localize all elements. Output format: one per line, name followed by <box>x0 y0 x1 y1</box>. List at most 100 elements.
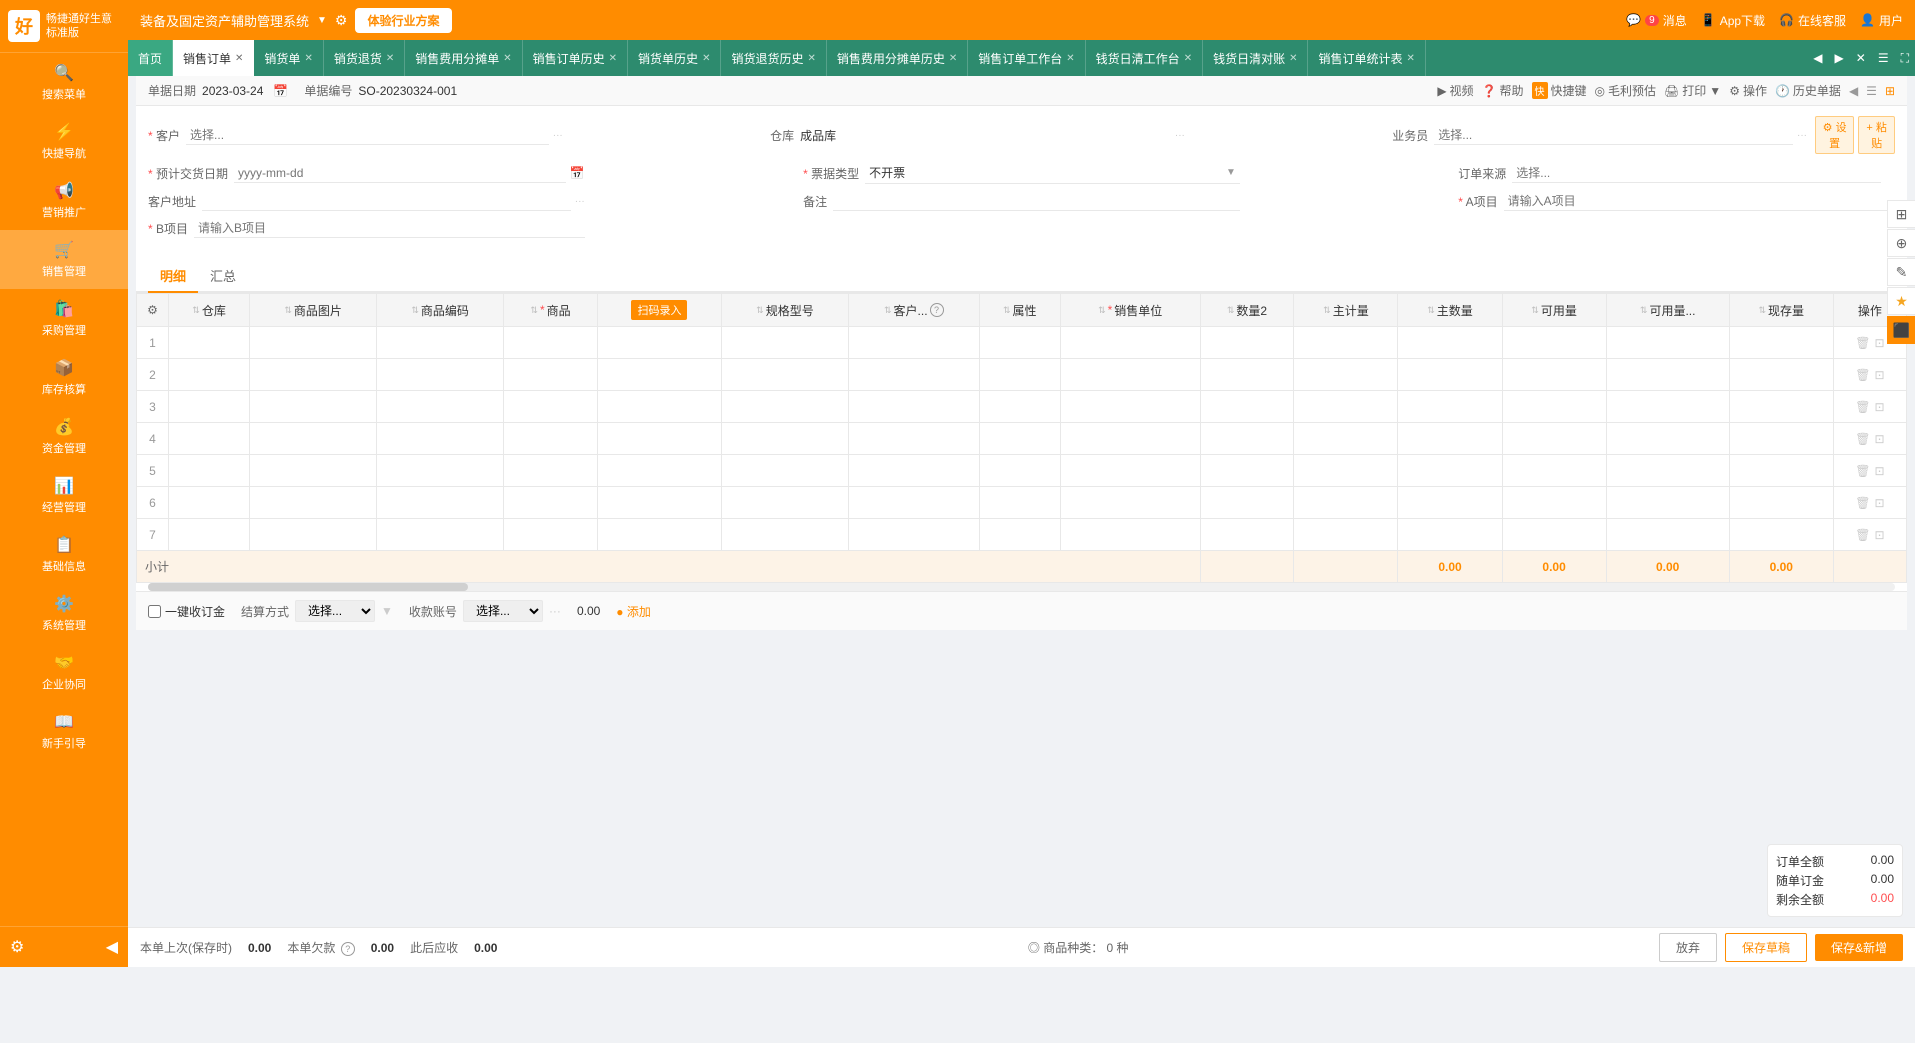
product-count-icon[interactable]: ◎ <box>1028 941 1040 955</box>
row-delete-icon-3[interactable]: 🗑 <box>1855 400 1870 414</box>
row-copy-icon-7[interactable]: ⊡ <box>1874 528 1884 542</box>
gear-col-icon[interactable]: ⚙ <box>147 303 158 317</box>
tab-order-workbench[interactable]: 销售订单工作台 ✕ <box>968 40 1085 76</box>
settings-shortcut-button[interactable]: ⚙ 设置 <box>1815 116 1854 154</box>
warehouse-expand-icon[interactable]: ··· <box>1175 130 1185 141</box>
sidebar-item-quick-nav[interactable]: ⚡ 快捷导航 <box>0 112 128 171</box>
sidebar-item-finance[interactable]: 💰 资金管理 <box>0 407 128 466</box>
row-unit-5[interactable] <box>1060 455 1200 487</box>
row-attribute-1[interactable] <box>979 327 1060 359</box>
row-attribute-6[interactable] <box>979 487 1060 519</box>
row-unit-6[interactable] <box>1060 487 1200 519</box>
row-product-3[interactable] <box>504 391 598 423</box>
current-total-help-icon[interactable]: ? <box>341 942 355 956</box>
row-copy-icon-5[interactable]: ⊡ <box>1874 464 1884 478</box>
row-customer-code-2[interactable] <box>848 359 979 391</box>
row-attribute-7[interactable] <box>979 519 1060 551</box>
row-product-5[interactable] <box>504 455 598 487</box>
sidebar-item-basic-info[interactable]: 📋 基础信息 <box>0 525 128 584</box>
row-code-4[interactable] <box>377 423 504 455</box>
row-attribute-2[interactable] <box>979 359 1060 391</box>
row-delete-icon-7[interactable]: 🗑 <box>1855 528 1870 542</box>
history-btn[interactable]: 🕐 历史单据 <box>1775 82 1841 99</box>
row-unit-4[interactable] <box>1060 423 1200 455</box>
row-customer-code-5[interactable] <box>848 455 979 487</box>
tab-summary[interactable]: 汇总 <box>198 260 248 293</box>
tab-sales-expense[interactable]: 销售费用分摊单 ✕ <box>405 40 522 76</box>
row-warehouse-7[interactable] <box>169 519 250 551</box>
row-attribute-3[interactable] <box>979 391 1060 423</box>
tab-close-goods-history[interactable]: ✕ <box>702 53 710 64</box>
row-spec-4[interactable] <box>721 423 848 455</box>
sidebar-item-search[interactable]: 🔍 搜索菜单 <box>0 53 128 112</box>
row-customer-code-1[interactable] <box>848 327 979 359</box>
salesperson-expand-icon[interactable]: ··· <box>1797 130 1807 141</box>
row-qty2-7[interactable] <box>1200 519 1294 551</box>
account-select[interactable]: 选择... <box>463 600 543 622</box>
tab-close-sales-statistics[interactable]: ✕ <box>1407 53 1415 64</box>
tab-expense-history[interactable]: 销售费用分摊单历史 ✕ <box>827 40 968 76</box>
online-support-item[interactable]: 🎧 在线客服 <box>1779 12 1846 29</box>
view-btn[interactable]: ▶ 视频 <box>1437 82 1473 99</box>
row-product-7[interactable] <box>504 519 598 551</box>
tab-sales-order[interactable]: 销售订单 ✕ <box>173 40 254 76</box>
system-dropdown-icon[interactable]: ▼ <box>317 15 327 26</box>
row-main-qty-3[interactable] <box>1398 391 1502 423</box>
tab-close-sales-expense[interactable]: ✕ <box>503 53 511 64</box>
tab-close-sales-return[interactable]: ✕ <box>386 53 394 64</box>
account-expand-icon[interactable]: ··· <box>549 604 561 618</box>
row-product-6[interactable] <box>504 487 598 519</box>
row-code-6[interactable] <box>377 487 504 519</box>
row-unit-2[interactable] <box>1060 359 1200 391</box>
row-warehouse-2[interactable] <box>169 359 250 391</box>
expected-date-input[interactable] <box>234 164 566 183</box>
tab-home[interactable]: 首页 <box>128 40 173 76</box>
b-project-input[interactable] <box>194 219 585 238</box>
row-warehouse-1[interactable] <box>169 327 250 359</box>
message-icon-item[interactable]: 💬 9 消息 <box>1626 12 1687 29</box>
right-tool-5[interactable]: ⬛ <box>1887 316 1915 344</box>
scroll-thumb[interactable] <box>148 583 468 591</box>
tab-detail[interactable]: 明细 <box>148 260 198 293</box>
invoice-select[interactable]: 不开票 ▼ <box>865 162 1240 184</box>
row-qty2-2[interactable] <box>1200 359 1294 391</box>
shortcut-btn[interactable]: 快 快捷键 <box>1532 82 1587 99</box>
save-new-button[interactable]: 保存&新增 <box>1815 934 1903 961</box>
one-click-settle-checkbox[interactable] <box>148 605 161 618</box>
row-unit-3[interactable] <box>1060 391 1200 423</box>
row-main-qty-7[interactable] <box>1398 519 1502 551</box>
right-tool-3[interactable]: ✎ <box>1887 258 1915 286</box>
row-spec-6[interactable] <box>721 487 848 519</box>
customer-code-help-icon[interactable]: ? <box>930 303 944 317</box>
row-customer-code-6[interactable] <box>848 487 979 519</box>
order-source-input[interactable] <box>1512 164 1881 183</box>
row-code-1[interactable] <box>377 327 504 359</box>
row-main-qty-2[interactable] <box>1398 359 1502 391</box>
tab-arrow-right[interactable]: ▶ <box>1829 51 1850 65</box>
toolbar-grid-view[interactable]: ⊞ <box>1885 84 1895 98</box>
row-delete-icon-6[interactable]: 🗑 <box>1855 496 1870 510</box>
payment-method-select[interactable]: 选择... <box>295 600 375 622</box>
tab-close-daily-workbench[interactable]: ✕ <box>1184 53 1192 64</box>
tab-daily-reconcile[interactable]: 钱货日清对账 ✕ <box>1203 40 1308 76</box>
row-copy-icon-1[interactable]: ⊡ <box>1874 336 1884 350</box>
customer-expand-icon[interactable]: ··· <box>553 130 563 141</box>
operation-btn[interactable]: ⚙ 操作 <box>1729 82 1767 99</box>
tab-close-expense-history[interactable]: ✕ <box>949 53 957 64</box>
row-qty2-3[interactable] <box>1200 391 1294 423</box>
right-tool-4[interactable]: ★ <box>1887 287 1915 315</box>
tab-close-order-workbench[interactable]: ✕ <box>1066 53 1074 64</box>
tab-sales-order-history[interactable]: 销售订单历史 ✕ <box>523 40 628 76</box>
tab-arrow-left[interactable]: ◀ <box>1807 51 1828 65</box>
row-main-qty-5[interactable] <box>1398 455 1502 487</box>
row-product-2[interactable] <box>504 359 598 391</box>
row-main-qty-1[interactable] <box>1398 327 1502 359</box>
row-delete-icon-4[interactable]: 🗑 <box>1855 432 1870 446</box>
sidebar-item-enterprise[interactable]: 🤝 企业协同 <box>0 643 128 702</box>
customer-address-input[interactable] <box>202 192 571 211</box>
row-attribute-5[interactable] <box>979 455 1060 487</box>
row-warehouse-6[interactable] <box>169 487 250 519</box>
row-warehouse-5[interactable] <box>169 455 250 487</box>
row-copy-icon-6[interactable]: ⊡ <box>1874 496 1884 510</box>
toolbar-collapse-left[interactable]: ◀ <box>1849 84 1858 98</box>
